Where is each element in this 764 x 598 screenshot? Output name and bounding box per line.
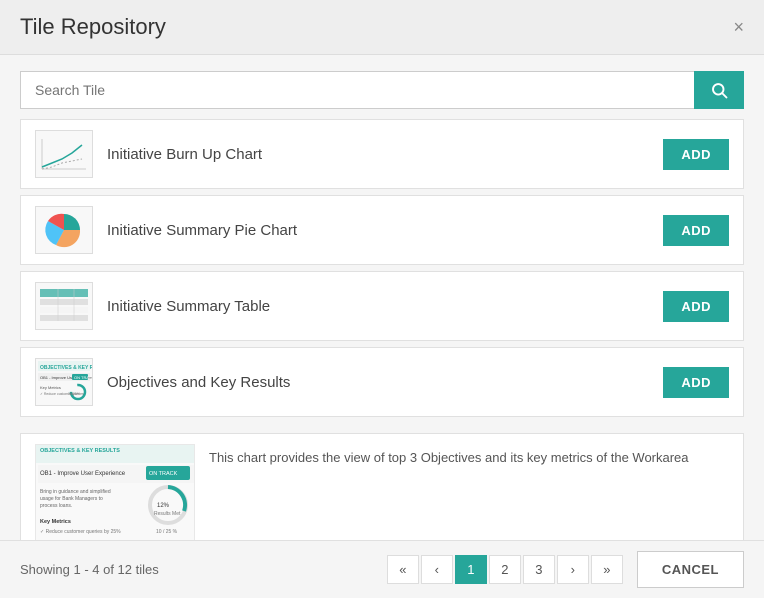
tile-name: Initiative Burn Up Chart [107, 146, 649, 163]
list-item: Initiative Burn Up Chart ADD [20, 119, 744, 189]
search-icon [710, 81, 728, 99]
tile-thumb-table [35, 282, 93, 330]
add-pie-chart-button[interactable]: ADD [663, 215, 729, 246]
pagination: « ‹ 1 2 3 › » [387, 555, 623, 584]
add-summary-table-button[interactable]: ADD [663, 291, 729, 322]
svg-text:12%: 12% [157, 503, 170, 509]
preview-panel: OBJECTIVES & KEY RESULTS OB1 - Improve U… [20, 433, 744, 540]
page-1-button[interactable]: 1 [455, 555, 487, 584]
tile-repository-modal: Tile Repository × [0, 0, 764, 598]
svg-text:OBJECTIVES & KEY RESULTS: OBJECTIVES & KEY RESULTS [40, 365, 92, 371]
tile-name: Objectives and Key Results [107, 374, 649, 391]
svg-text:Key Metrics: Key Metrics [40, 385, 61, 390]
svg-text:10/25%: 10/25% [68, 392, 80, 396]
page-last-button[interactable]: » [591, 555, 623, 584]
add-okr-button[interactable]: ADD [663, 367, 729, 398]
close-button[interactable]: × [733, 18, 744, 36]
tile-list: Initiative Burn Up Chart ADD Initiative … [20, 119, 744, 423]
tile-thumb-okr: OBJECTIVES & KEY RESULTS OB1 - Improve U… [35, 358, 93, 406]
svg-text:OBJECTIVES & KEY RESULTS: OBJECTIVES & KEY RESULTS [40, 448, 120, 454]
list-item: OBJECTIVES & KEY RESULTS OB1 - Improve U… [20, 347, 744, 417]
svg-text:Key Metrics: Key Metrics [40, 519, 71, 525]
list-item: Initiative Summary Table ADD [20, 271, 744, 341]
svg-text:✓ Reduce customer queries by 2: ✓ Reduce customer queries by 25% [40, 529, 121, 535]
preview-thumbnail: OBJECTIVES & KEY RESULTS OB1 - Improve U… [35, 444, 195, 540]
page-first-button[interactable]: « [387, 555, 419, 584]
tile-name: Initiative Summary Pie Chart [107, 222, 649, 239]
svg-text:10 / 25 %: 10 / 25 % [156, 529, 178, 535]
modal-title: Tile Repository [20, 14, 166, 40]
svg-text:process loans.: process loans. [40, 503, 72, 509]
page-next-button[interactable]: › [557, 555, 589, 584]
modal-body: Initiative Burn Up Chart ADD Initiative … [0, 55, 764, 540]
svg-text:usage for Bank Managers to: usage for Bank Managers to [40, 496, 103, 502]
svg-text:ON TRACK: ON TRACK [74, 375, 92, 380]
search-row [20, 71, 744, 109]
tile-thumb-pie [35, 206, 93, 254]
cancel-button[interactable]: CANCEL [637, 551, 744, 588]
tile-thumb-burnup [35, 130, 93, 178]
svg-text:ON TRACK: ON TRACK [149, 471, 178, 477]
page-prev-button[interactable]: ‹ [421, 555, 453, 584]
page-3-button[interactable]: 3 [523, 555, 555, 584]
search-input[interactable] [20, 71, 694, 109]
preview-description: This chart provides the view of top 3 Ob… [209, 444, 689, 468]
list-item: Initiative Summary Pie Chart ADD [20, 195, 744, 265]
search-button[interactable] [694, 71, 744, 109]
tile-name: Initiative Summary Table [107, 298, 649, 315]
svg-text:Results Met: Results Met [154, 511, 181, 517]
page-2-button[interactable]: 2 [489, 555, 521, 584]
add-burn-up-button[interactable]: ADD [663, 139, 729, 170]
modal-footer: Showing 1 - 4 of 12 tiles « ‹ 1 2 3 › » … [0, 540, 764, 598]
svg-text:OB1 - Improve User Experience: OB1 - Improve User Experience [40, 471, 126, 477]
modal-header: Tile Repository × [0, 0, 764, 55]
showing-text: Showing 1 - 4 of 12 tiles [20, 562, 159, 577]
svg-text:Bring in guidance and simplifi: Bring in guidance and simplified [40, 489, 111, 495]
